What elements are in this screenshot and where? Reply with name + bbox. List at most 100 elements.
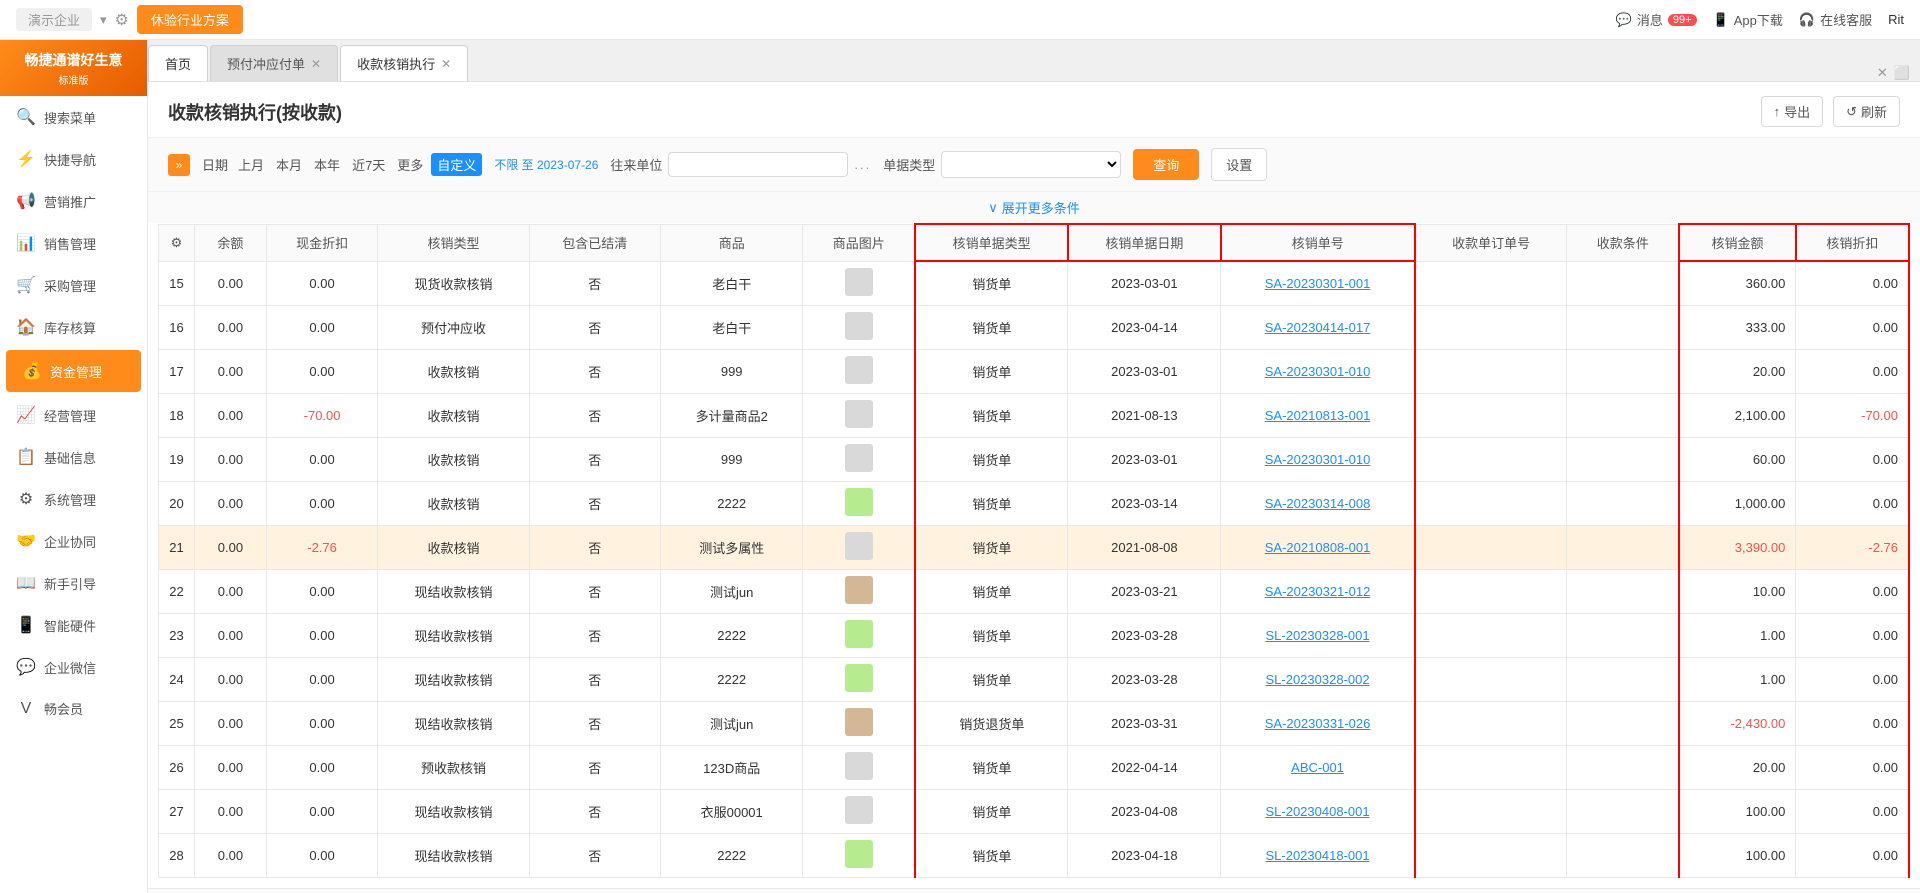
cell-verify-bill-no[interactable]: SA-20230301-010 xyxy=(1221,349,1415,393)
gear-icon[interactable]: ⚙ xyxy=(115,10,129,30)
hardware-icon: 📱 xyxy=(16,615,36,635)
page-header: 收款核销执行(按收款) ↑ 导出 ↺ 刷新 xyxy=(148,82,1920,138)
tab-prepay[interactable]: 预付冲应付单 ✕ xyxy=(210,45,338,81)
sidebar-item-marketing[interactable]: 📢 营销推广 xyxy=(0,180,147,222)
sidebar-item-finance[interactable]: 💰 资金管理 xyxy=(6,350,141,392)
cell-verify-bill-no[interactable]: SA-20230301-001 xyxy=(1221,261,1415,305)
cell-verify-discount: 0.00 xyxy=(1796,701,1909,745)
custom-date-btn[interactable]: 自定义 xyxy=(431,153,482,176)
system-icon: ⚙ xyxy=(16,489,36,509)
cell-include-settled: 否 xyxy=(529,481,660,525)
cell-verify-bill-no[interactable]: SA-20210808-001 xyxy=(1221,525,1415,569)
last7days-btn[interactable]: 近7天 xyxy=(348,153,389,176)
page-content: 收款核销执行(按收款) ↑ 导出 ↺ 刷新 » 日期 xyxy=(148,82,1920,893)
cell-receipt-condition xyxy=(1567,481,1679,525)
cell-cash-discount: 0.00 xyxy=(266,437,378,481)
cell-verify-bill-no[interactable]: SA-20230331-026 xyxy=(1221,701,1415,745)
cell-include-settled: 否 xyxy=(529,525,660,569)
this-year-btn[interactable]: 本年 xyxy=(310,153,344,176)
voucher-type-select[interactable] xyxy=(941,151,1121,178)
more-date-btn[interactable]: 更多 xyxy=(393,153,427,176)
cell-receipt-order-no xyxy=(1415,261,1567,305)
col-header-product-img: 商品图片 xyxy=(803,224,915,261)
cell-verify-bill-type: 销货单 xyxy=(915,657,1068,701)
cell-verify-type: 现货收款核销 xyxy=(378,261,529,305)
sidebar-item-wechat[interactable]: 💬 企业微信 xyxy=(0,646,147,688)
from-unit-input[interactable] xyxy=(668,152,848,177)
col-header-gear[interactable]: ⚙ xyxy=(159,224,195,261)
refresh-button[interactable]: ↺ 刷新 xyxy=(1833,96,1900,127)
maximize-icon[interactable]: ⬜ xyxy=(1894,65,1910,81)
table-row: 19 0.00 0.00 收款核销 否 999 销货单 2023-03-01 S… xyxy=(159,437,1910,481)
cell-verify-type: 现结收款核销 xyxy=(378,613,529,657)
sidebar-item-shortcut[interactable]: ⚡ 快捷导航 xyxy=(0,138,147,180)
sidebar-item-inventory[interactable]: 🏠 库存核算 xyxy=(0,306,147,348)
cell-verify-bill-no[interactable]: SL-20230408-001 xyxy=(1221,789,1415,833)
cell-verify-bill-no[interactable]: SA-20230301-010 xyxy=(1221,437,1415,481)
tab-verify-close[interactable]: ✕ xyxy=(441,57,451,71)
cell-verify-type: 收款核销 xyxy=(378,393,529,437)
date-range-display: 不限 至 2023-07-26 xyxy=(494,156,598,173)
main-content: 首页 预付冲应付单 ✕ 收款核销执行 ✕ ✕ ⬜ 收款核销执行(按收款) xyxy=(148,40,1920,893)
this-month-btn[interactable]: 本月 xyxy=(272,153,306,176)
cell-product: 测试jun xyxy=(660,569,802,613)
cell-balance: 0.00 xyxy=(195,833,267,877)
export-button[interactable]: ↑ 导出 xyxy=(1761,96,1824,127)
col-header-receipt-condition: 收款条件 xyxy=(1567,224,1679,261)
cell-verify-bill-type: 销货退货单 xyxy=(915,701,1068,745)
app-icon: 📱 xyxy=(1713,12,1729,28)
cell-verify-bill-type: 销货单 xyxy=(915,789,1068,833)
sidebar-item-guide[interactable]: 📖 新手引导 xyxy=(0,562,147,604)
cell-verify-bill-no[interactable]: SL-20230328-001 xyxy=(1221,613,1415,657)
sidebar-item-basic-info[interactable]: 📋 基础信息 xyxy=(0,436,147,478)
settings-button[interactable]: 设置 xyxy=(1211,148,1267,181)
cell-verify-bill-no[interactable]: SA-20230321-012 xyxy=(1221,569,1415,613)
chevron-down-icon[interactable]: ▾ xyxy=(100,12,107,28)
cell-cash-discount: 0.00 xyxy=(266,569,378,613)
tab-verify[interactable]: 收款核销执行 ✕ xyxy=(340,45,468,81)
sidebar-item-operation[interactable]: 📈 经营管理 xyxy=(0,394,147,436)
tab-prepay-close[interactable]: ✕ xyxy=(311,57,321,71)
close-window-icon[interactable]: ✕ xyxy=(1877,65,1888,81)
table-wrapper: ⚙ 余额 现金折扣 核销类型 包含已结清 商品 商品图片 核销单据类型 核销单据… xyxy=(148,223,1920,888)
tab-home[interactable]: 首页 xyxy=(148,45,208,81)
cell-verify-bill-no[interactable]: ABC-001 xyxy=(1221,745,1415,789)
query-button[interactable]: 查询 xyxy=(1133,149,1199,180)
cell-include-settled: 否 xyxy=(529,437,660,481)
cell-receipt-order-no xyxy=(1415,833,1567,877)
cell-verify-type: 收款核销 xyxy=(378,349,529,393)
message-icon-group[interactable]: 💬 消息 99+ xyxy=(1616,10,1697,29)
cell-product: 测试jun xyxy=(660,701,802,745)
sidebar-item-hardware[interactable]: 📱 智能硬件 xyxy=(0,604,147,646)
sidebar-item-system[interactable]: ⚙ 系统管理 xyxy=(0,478,147,520)
filter-expand-button[interactable]: » xyxy=(168,154,190,176)
last-month-btn[interactable]: 上月 xyxy=(234,153,268,176)
online-service-group[interactable]: 🎧 在线客服 xyxy=(1799,10,1872,29)
sidebar-item-purchase[interactable]: 🛒 采购管理 xyxy=(0,264,147,306)
cell-verify-bill-no[interactable]: SL-20230328-002 xyxy=(1221,657,1415,701)
tab-bar-right: ✕ ⬜ xyxy=(1877,65,1920,81)
sidebar-item-label: 智能硬件 xyxy=(44,616,96,635)
wechat-icon: 💬 xyxy=(16,657,36,677)
cell-verify-type: 预收款核销 xyxy=(378,745,529,789)
sidebar-item-search[interactable]: 🔍 搜索菜单 xyxy=(0,96,147,138)
industry-solution-button[interactable]: 休验行业方案 xyxy=(137,5,243,34)
logo-line1: 畅捷通谱好生意 xyxy=(25,50,123,70)
sidebar-item-corp-collab[interactable]: 🤝 企业协同 xyxy=(0,520,147,562)
col-header-cash-discount: 现金折扣 xyxy=(266,224,378,261)
sidebar-item-label: 畅会员 xyxy=(44,699,83,718)
cell-verify-bill-no[interactable]: SL-20230418-001 xyxy=(1221,833,1415,877)
sidebar: 畅捷通谱好生意 标准版 🔍 搜索菜单 ⚡ 快捷导航 📢 营销推广 📊 销售管理 … xyxy=(0,40,148,893)
sidebar-item-sales[interactable]: 📊 销售管理 xyxy=(0,222,147,264)
sidebar-item-member[interactable]: V 畅会员 xyxy=(0,688,147,729)
cell-verify-bill-date: 2023-03-28 xyxy=(1068,657,1221,701)
cell-product: 2222 xyxy=(660,613,802,657)
expand-more-row[interactable]: ∨ 展开更多条件 xyxy=(148,192,1920,223)
cell-verify-bill-no[interactable]: SA-20230314-008 xyxy=(1221,481,1415,525)
company-name[interactable]: 演示企业 xyxy=(16,8,92,31)
app-download-group[interactable]: 📱 App下载 xyxy=(1713,10,1783,29)
user-name[interactable]: Rit xyxy=(1888,12,1904,27)
sidebar-item-label: 资金管理 xyxy=(50,362,102,381)
cell-verify-bill-no[interactable]: SA-20230414-017 xyxy=(1221,305,1415,349)
cell-verify-bill-no[interactable]: SA-20210813-001 xyxy=(1221,393,1415,437)
